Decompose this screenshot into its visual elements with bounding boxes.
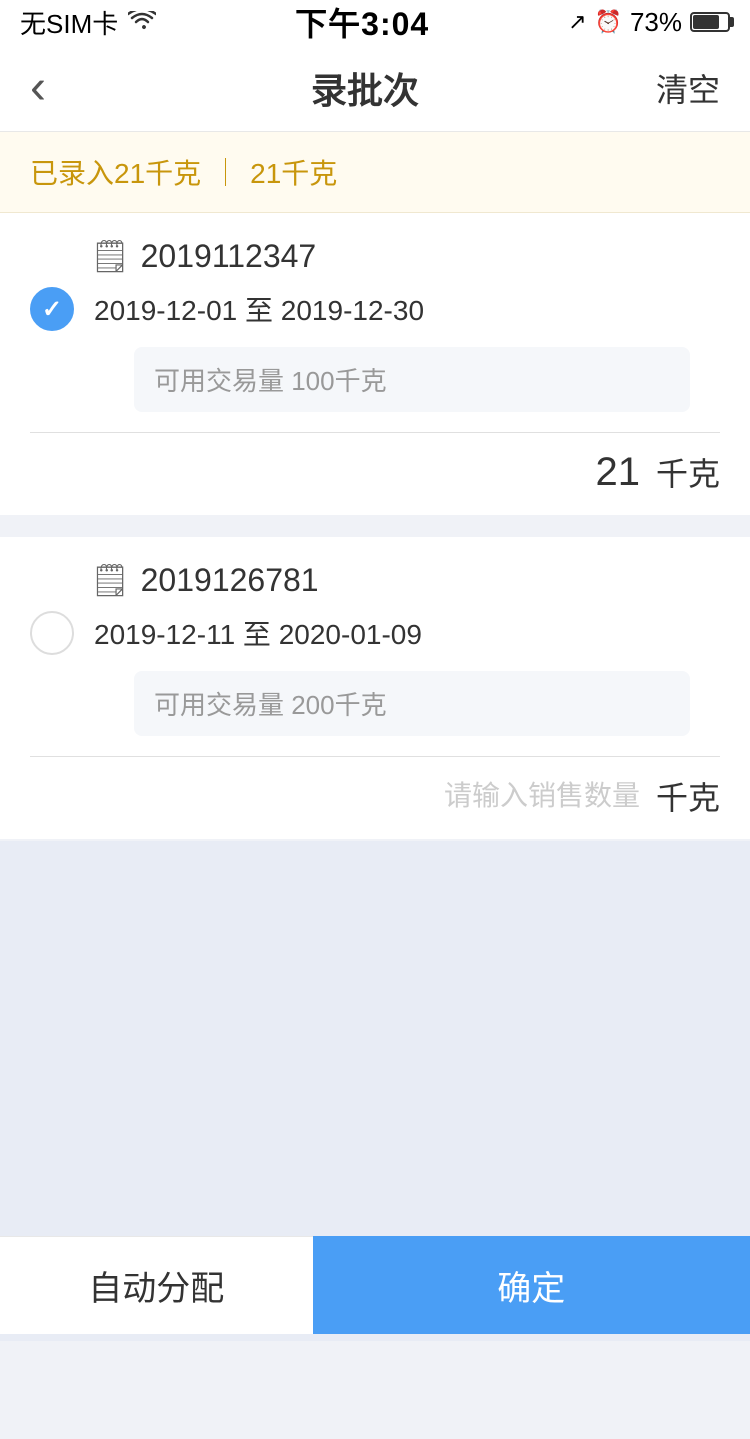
checkmark-icon-1: ✓ [42,295,62,324]
status-bar: 无SIM卡 下午3:04 ↗ ⏰ 73% [0,0,750,44]
status-left: 无SIM卡 [20,4,156,41]
banner-divider [225,158,226,186]
separator-1 [0,517,750,537]
battery-percent: 73% [630,7,682,38]
batch-doc-icon-1: 🗒 [90,237,131,275]
batch-checkbox-1[interactable]: ✓ [30,287,74,331]
batch-card-2: 🗒 2019126781 2019-12-11 至 2020-01-09 可用交… [0,537,750,839]
batch-date-1: 2019-12-01 至 2019-12-30 [94,289,424,329]
batch-id-row-1: 🗒 2019112347 [30,237,720,275]
bottom-bar: 自动分配 确定 [0,1236,750,1334]
recorded-amount-label: 已录入21千克 [30,152,201,192]
quantity-input-2[interactable] [380,780,640,812]
batch-date-row-1[interactable]: ✓ 2019-12-01 至 2019-12-30 [30,287,720,331]
bottom-padding [0,1341,750,1439]
quantity-unit-2: 千克 [656,773,720,819]
batch-available-2: 可用交易量 200千克 [134,671,690,736]
status-time: 下午3:04 [295,0,429,45]
back-button[interactable]: ‹ [30,60,90,115]
batch-card-1: 🗒 2019112347 ✓ 2019-12-01 至 2019-12-30 可… [0,213,750,515]
batch-checkbox-2[interactable] [30,611,74,655]
quantity-input-1[interactable] [520,450,640,495]
batch-available-1: 可用交易量 100千克 [134,347,690,412]
batch-date-2: 2019-12-11 至 2020-01-09 [94,613,422,653]
quantity-row-2: 千克 [0,757,750,839]
info-banner: 已录入21千克 21千克 [0,132,750,213]
batch-id-2: 2019126781 [141,562,319,599]
quantity-unit-1: 千克 [656,449,720,495]
wifi-signal-icon [128,7,156,38]
carrier-label: 无SIM卡 [20,4,118,41]
status-right: ↗ ⏰ 73% [568,7,730,38]
quantity-row-1: 千克 [0,433,750,515]
batch-item-2: 🗒 2019126781 2019-12-11 至 2020-01-09 可用交… [0,537,750,736]
batch-doc-icon-2: 🗒 [90,561,131,599]
auto-distribute-button[interactable]: 自动分配 [0,1236,313,1334]
batch-item-1: 🗒 2019112347 ✓ 2019-12-01 至 2019-12-30 可… [0,213,750,412]
batch-date-row-2[interactable]: 2019-12-11 至 2020-01-09 [30,611,720,655]
battery-icon [690,12,730,32]
batch-id-1: 2019112347 [141,238,317,275]
location-icon: ↗ [568,9,586,35]
total-amount-label: 21千克 [250,152,337,192]
nav-bar: ‹ 录批次 清空 [0,44,750,132]
alarm-icon: ⏰ [595,9,622,35]
clear-button[interactable]: 清空 [640,65,720,111]
batch-id-row-2: 🗒 2019126781 [30,561,720,599]
page-title: 录批次 [311,62,419,114]
confirm-button[interactable]: 确定 [313,1236,750,1334]
